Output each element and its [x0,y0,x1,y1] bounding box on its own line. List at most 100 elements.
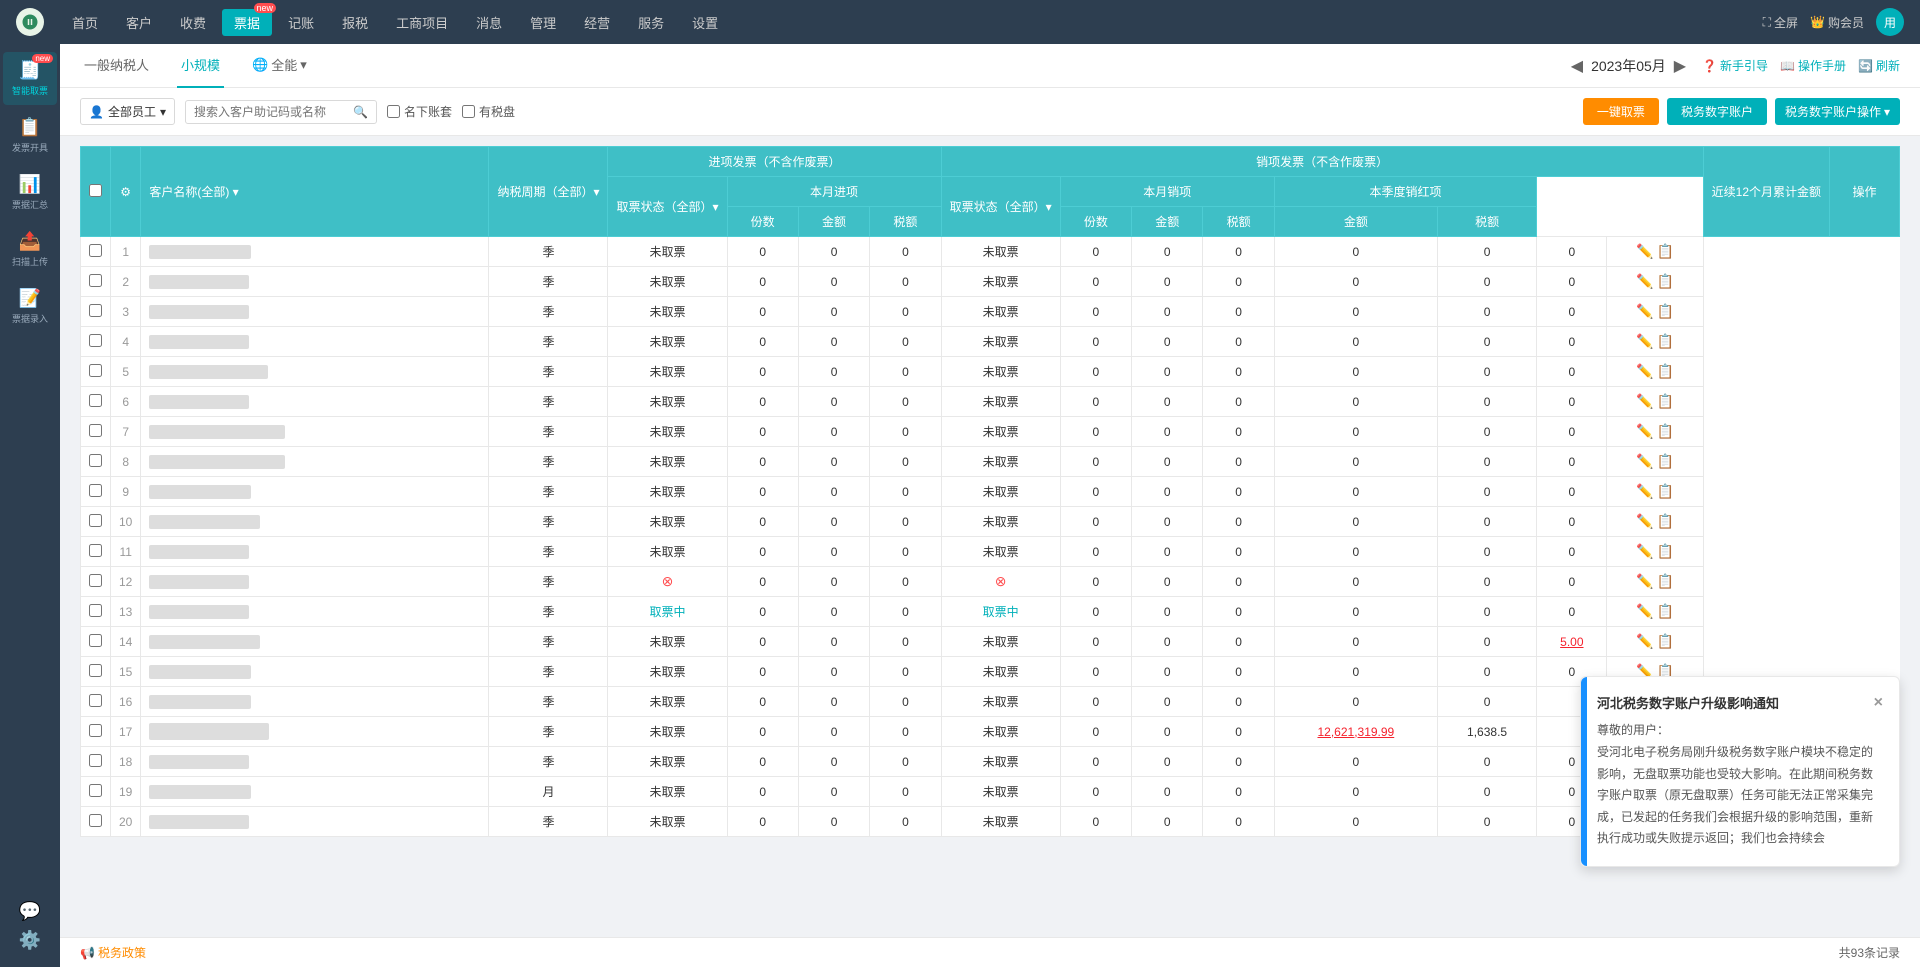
tab-general[interactable]: 一般纳税人 [80,44,153,88]
copy-btn[interactable]: 📋 [1657,303,1674,319]
row-checkbox[interactable] [89,694,102,707]
copy-btn[interactable]: 📋 [1657,513,1674,529]
copy-btn[interactable]: 📋 [1657,483,1674,499]
member-btn[interactable]: 👑 购会员 [1810,14,1864,31]
row-checkbox[interactable] [89,754,102,767]
nav-item-business[interactable]: 工商项目 [384,9,460,36]
edit-btn[interactable]: ✏️ [1636,423,1653,439]
row-checkbox[interactable] [89,514,102,527]
copy-btn[interactable]: 📋 [1657,573,1674,589]
date-next-btn[interactable]: ▶ [1674,56,1686,76]
table-row: 2██████████季未取票000未取票000000✏️ 📋 [81,267,1900,297]
edit-btn[interactable]: ✏️ [1636,483,1653,499]
row-checkbox[interactable] [89,724,102,737]
tax-account-operation-btn[interactable]: 税务数字账户操作 ▾ [1775,98,1900,125]
row-checkbox[interactable] [89,814,102,827]
nav-item-bookkeeping[interactable]: 记账 [276,9,326,36]
nav-item-manage[interactable]: 管理 [518,9,568,36]
sidebar-item-scan[interactable]: 📤 扫描上传 [3,223,57,276]
nav-item-operation[interactable]: 经营 [572,9,622,36]
nav-item-home[interactable]: 首页 [60,9,110,36]
table-row: 8████████████████季未取票000未取票000000✏️ 📋 [81,447,1900,477]
nav-item-tax[interactable]: 报税 [330,9,380,36]
copy-btn[interactable]: 📋 [1657,543,1674,559]
tax-disk-checkbox[interactable] [462,105,475,118]
settings-col-icon[interactable]: ⚙ [120,185,131,199]
copy-btn[interactable]: 📋 [1657,393,1674,409]
row-checkbox[interactable] [89,544,102,557]
row-checkbox[interactable] [89,304,102,317]
tax-account-btn[interactable]: 税务数字账户 [1667,98,1767,125]
row-checkbox[interactable] [89,484,102,497]
row-checkbox[interactable] [89,394,102,407]
edit-btn[interactable]: ✏️ [1636,513,1653,529]
edit-btn[interactable]: ✏️ [1636,453,1653,469]
edit-btn[interactable]: ✏️ [1636,243,1653,259]
row-checkbox[interactable] [89,574,102,587]
row-checkbox[interactable] [89,424,102,437]
tab-small-scale[interactable]: 小规模 [177,44,224,88]
sidebar-help[interactable]: 💬 [19,901,41,922]
client-name-cell: █████████ [141,297,489,327]
copy-btn[interactable]: 📋 [1657,423,1674,439]
tax-disk-checkbox-label[interactable]: 有税盘 [462,103,515,120]
row-checkbox[interactable] [89,244,102,257]
sidebar-settings[interactable]: ⚙️ [19,930,41,951]
search-input[interactable] [194,105,349,119]
row-checkbox[interactable] [89,664,102,677]
row-checkbox[interactable] [89,274,102,287]
client-name-cell: ████████████████ [141,417,489,447]
user-avatar[interactable]: 用 [1876,8,1904,36]
fullscreen-btn[interactable]: ⛶ 全屏 [1763,14,1798,31]
notification-close-btn[interactable]: × [1874,694,1883,712]
one-click-fetch-btn[interactable]: 一键取票 [1583,98,1659,125]
copy-btn[interactable]: 📋 [1657,603,1674,619]
row-checkbox[interactable] [89,334,102,347]
edit-btn[interactable]: ✏️ [1636,573,1653,589]
copy-btn[interactable]: 📋 [1657,243,1674,259]
edit-btn[interactable]: ✏️ [1636,303,1653,319]
new-guide-btn[interactable]: ❓ 新手引导 [1702,57,1768,74]
edit-btn[interactable]: ✏️ [1636,603,1653,619]
copy-btn[interactable]: 📋 [1657,363,1674,379]
copy-btn[interactable]: 📋 [1657,333,1674,349]
copy-btn[interactable]: 📋 [1657,273,1674,289]
row-index: 15 [111,657,141,687]
row-checkbox[interactable] [89,454,102,467]
sidebar-item-invoice-open[interactable]: 📋 发票开具 [3,109,57,162]
edit-btn[interactable]: ✏️ [1636,273,1653,289]
employee-select[interactable]: 👤 全部员工 ▾ [80,98,175,125]
row-checkbox[interactable] [89,364,102,377]
accounts-checkbox[interactable] [387,105,400,118]
search-box[interactable]: 🔍 [185,100,377,124]
edit-btn[interactable]: ✏️ [1636,363,1653,379]
accounts-checkbox-label[interactable]: 名下账套 [387,103,452,120]
nav-item-message[interactable]: 消息 [464,9,514,36]
edit-btn[interactable]: ✏️ [1636,633,1653,649]
action-cell: ✏️ 📋 [1607,417,1703,447]
row-checkbox[interactable] [89,784,102,797]
nav-item-fee[interactable]: 收费 [168,9,218,36]
refresh-btn[interactable]: 🔄 刷新 [1858,57,1900,74]
edit-btn[interactable]: ✏️ [1636,543,1653,559]
row-checkbox[interactable] [89,604,102,617]
nav-item-invoice[interactable]: 票据 new [222,9,272,36]
edit-btn[interactable]: ✏️ [1636,393,1653,409]
in_amount-cell: 0 [798,567,869,597]
sidebar-item-entry[interactable]: 📝 票据录入 [3,280,57,333]
manual-btn[interactable]: 📖 操作手册 [1780,57,1846,74]
select-all-checkbox[interactable] [89,184,102,197]
copy-btn[interactable]: 📋 [1657,453,1674,469]
nav-item-service[interactable]: 服务 [626,9,676,36]
date-prev-btn[interactable]: ◀ [1571,56,1583,76]
nav-item-client[interactable]: 客户 [114,9,164,36]
tab-all[interactable]: 🌐 全能 ▾ [248,44,311,88]
edit-btn[interactable]: ✏️ [1636,333,1653,349]
copy-btn[interactable]: 📋 [1657,633,1674,649]
red-amount-cell: 12,621,319.99 [1274,717,1437,747]
sidebar-item-smart-fetch[interactable]: 🧾 智能取票 new [3,52,57,105]
sidebar-item-summary[interactable]: 📊 票据汇总 [3,166,57,219]
nav-item-settings[interactable]: 设置 [680,9,730,36]
tax-policy-link[interactable]: 📢 税务政策 [80,944,146,961]
row-checkbox[interactable] [89,634,102,647]
